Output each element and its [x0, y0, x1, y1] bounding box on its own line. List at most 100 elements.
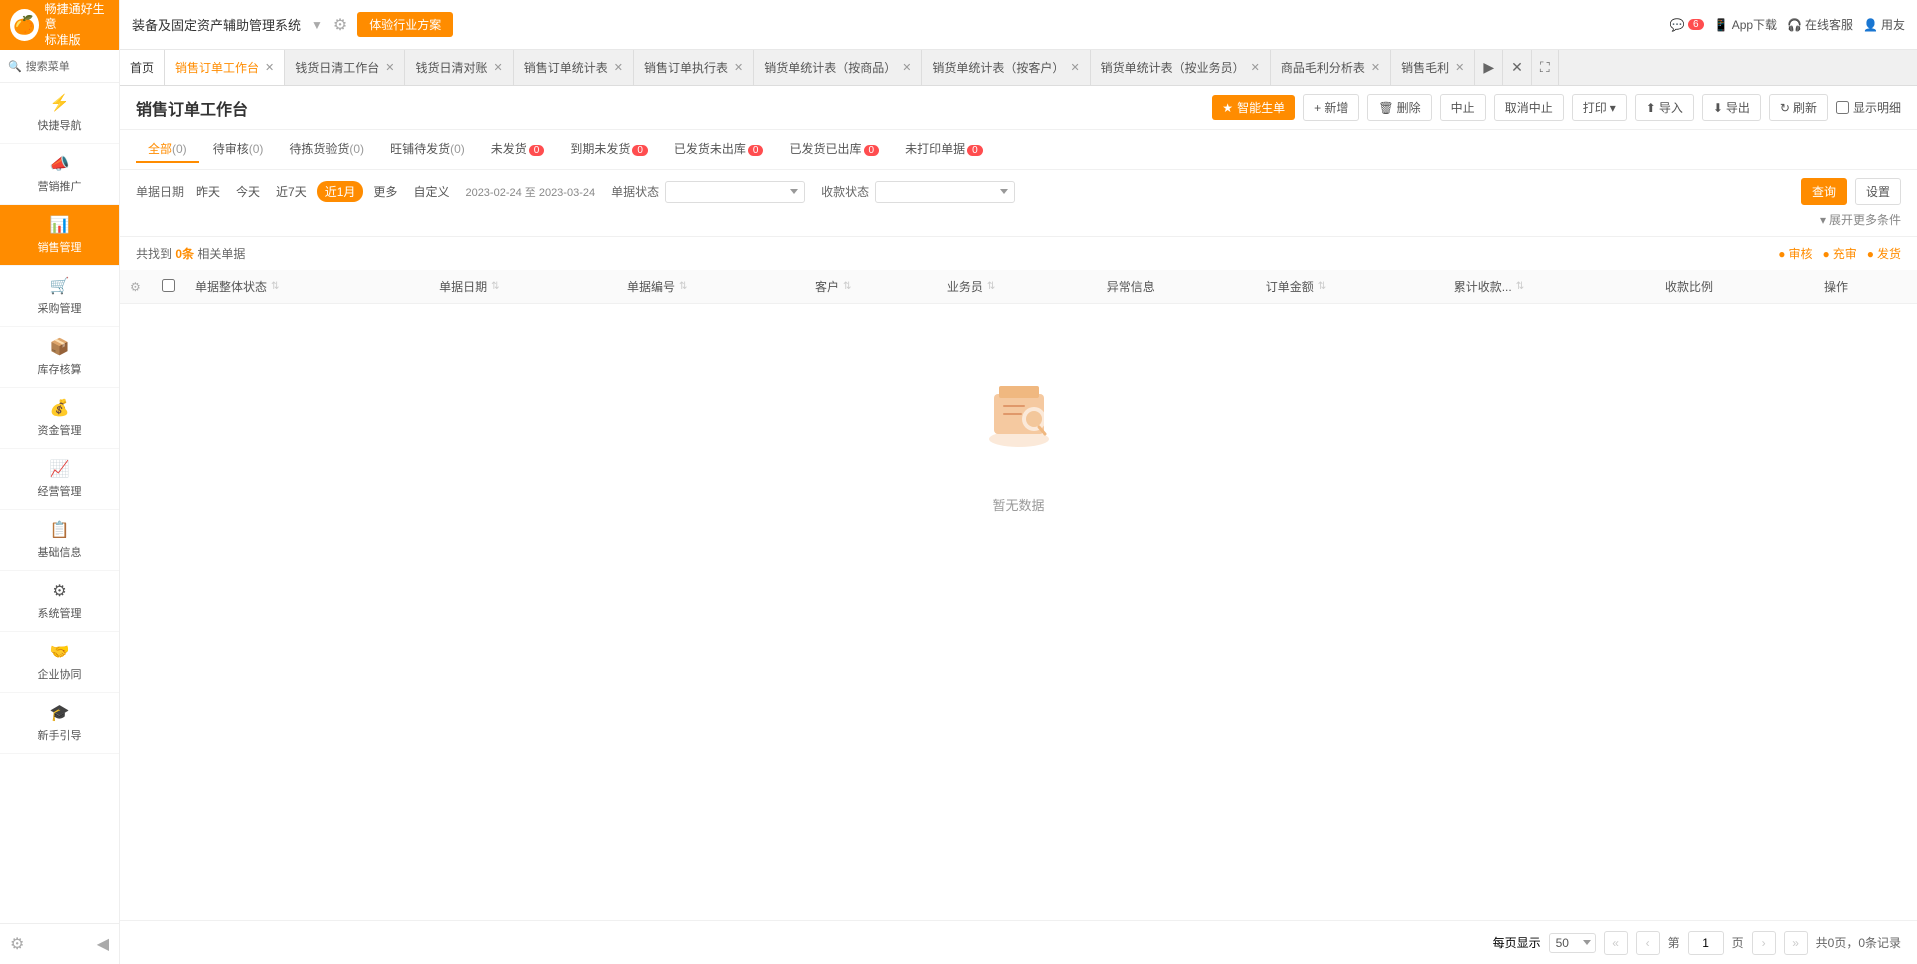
- date-opt-7days[interactable]: 近7天: [270, 181, 313, 202]
- sort-amount-icon[interactable]: ⇅: [1318, 281, 1326, 292]
- payment-select[interactable]: [875, 181, 1015, 203]
- first-page-btn[interactable]: «: [1604, 931, 1628, 955]
- filter-tab-pending-check[interactable]: 待拣货验货(0): [277, 136, 376, 163]
- stop-btn[interactable]: 中止: [1440, 94, 1486, 121]
- smart-create-btn[interactable]: ★ 智能生单: [1212, 95, 1295, 120]
- date-opt-custom[interactable]: 自定义: [407, 181, 455, 202]
- status-select[interactable]: [665, 181, 805, 203]
- date-opt-today[interactable]: 今天: [230, 181, 266, 202]
- tab-close-profit-analysis[interactable]: ✕: [1371, 61, 1380, 74]
- sidebar-collapse-icon[interactable]: ◀: [97, 934, 109, 954]
- date-opt-more[interactable]: 更多: [367, 181, 403, 202]
- tab-close-sales-workbench[interactable]: ✕: [265, 61, 274, 74]
- app-download-btn[interactable]: 📱 App下载: [1714, 16, 1777, 33]
- tab-sales-workbench[interactable]: 销售订单工作台 ✕: [165, 50, 285, 85]
- sort-staff-icon[interactable]: ⇅: [987, 281, 995, 292]
- new-btn[interactable]: + 新增: [1303, 94, 1359, 121]
- tab-sales-summary-product[interactable]: 销货单统计表（按商品） ✕: [754, 50, 922, 85]
- sidebar-item-quick-nav[interactable]: ⚡ 快捷导航: [0, 83, 119, 144]
- page-label-after: 页: [1732, 934, 1744, 951]
- prev-page-btn[interactable]: ‹: [1636, 931, 1660, 955]
- tab-profit-analysis[interactable]: 商品毛利分析表 ✕: [1271, 50, 1391, 85]
- date-opt-1month[interactable]: 近1月: [317, 181, 364, 202]
- online-service-btn[interactable]: 🎧 在线客服: [1787, 16, 1853, 33]
- tab-close-cash-reconcile[interactable]: ✕: [494, 61, 503, 74]
- export-btn[interactable]: ⬇ 导出: [1702, 94, 1761, 121]
- industry-solution-btn[interactable]: 体验行业方案: [357, 12, 453, 37]
- next-page-btn[interactable]: ›: [1752, 931, 1776, 955]
- filter-tab-overdue[interactable]: 到期未发货0: [558, 136, 660, 163]
- tab-close-sales-summary-staff[interactable]: ✕: [1251, 61, 1260, 74]
- date-range-display: 2023-02-24 至 2023-03-24: [465, 184, 595, 200]
- sort-collected-icon[interactable]: ⇅: [1516, 281, 1524, 292]
- sidebar-item-sales[interactable]: 📊 销售管理: [0, 205, 119, 266]
- tab-close-sales-stats[interactable]: ✕: [614, 61, 623, 74]
- print-btn[interactable]: 打印 ▾: [1572, 94, 1627, 121]
- page-size-select[interactable]: 50 10 20 100: [1549, 933, 1596, 953]
- batch-review-btn[interactable]: ● 审核: [1778, 245, 1812, 262]
- tab-close-sales-summary-product[interactable]: ✕: [902, 61, 911, 74]
- page-number-input[interactable]: [1688, 931, 1724, 955]
- filter-tab-all[interactable]: 全部(0): [136, 136, 199, 163]
- tab-sales-summary-staff[interactable]: 销货单统计表（按业务员） ✕: [1091, 50, 1271, 85]
- sidebar-item-system[interactable]: ⚙ 系统管理: [0, 571, 119, 632]
- filter-tab-unshipped[interactable]: 未发货0: [479, 136, 557, 163]
- tab-nav-close-all[interactable]: ✕: [1503, 50, 1532, 85]
- system-name: 装备及固定资产辅助管理系统: [132, 15, 301, 34]
- refresh-btn[interactable]: ↻ 刷新: [1769, 94, 1828, 121]
- sidebar-item-operations[interactable]: 📈 经营管理: [0, 449, 119, 510]
- tab-close-sales-summary-customer[interactable]: ✕: [1070, 61, 1079, 74]
- sidebar-item-purchase[interactable]: 🛒 采购管理: [0, 266, 119, 327]
- topbar-dropdown-icon[interactable]: ▼: [311, 18, 323, 32]
- delete-btn[interactable]: 🗑 删除: [1367, 94, 1431, 121]
- sidebar-item-inventory[interactable]: 📦 库存核算: [0, 327, 119, 388]
- th-checkbox[interactable]: [152, 270, 185, 304]
- batch-ship-btn[interactable]: ● 发货: [1867, 245, 1901, 262]
- filter-tab-shipped-warehoused[interactable]: 已发货已出库0: [777, 136, 891, 163]
- tab-close-sales-exec[interactable]: ✕: [734, 61, 743, 74]
- batch-unreview-btn[interactable]: ● 充审: [1822, 245, 1856, 262]
- date-opt-yesterday[interactable]: 昨天: [190, 181, 226, 202]
- tab-nav-maximize[interactable]: ⛶: [1532, 50, 1559, 85]
- tab-home[interactable]: 首页: [120, 50, 165, 85]
- search-menu[interactable]: 🔍 搜索菜单: [0, 50, 119, 83]
- select-all-checkbox[interactable]: [162, 279, 175, 292]
- th-settings[interactable]: ⚙: [120, 270, 152, 304]
- user-menu-btn[interactable]: 👤 用友: [1863, 16, 1905, 33]
- sidebar-item-basic-info[interactable]: 📋 基础信息: [0, 510, 119, 571]
- logo-icon: 🍊: [10, 9, 39, 41]
- topbar-settings-icon[interactable]: ⚙: [333, 15, 347, 35]
- sidebar-item-guide[interactable]: 🎓 新手引导: [0, 693, 119, 754]
- cancel-stop-btn[interactable]: 取消中止: [1494, 94, 1564, 121]
- expand-conditions-btn[interactable]: ▾ 展开更多条件: [1820, 211, 1901, 228]
- tab-nav-more[interactable]: ▶: [1475, 50, 1503, 85]
- settings-btn[interactable]: 设置: [1855, 178, 1901, 205]
- show-detail-checkbox-label[interactable]: 显示明细: [1836, 99, 1901, 116]
- sidebar-item-marketing[interactable]: 📣 营销推广: [0, 144, 119, 205]
- filter-tab-pending-review[interactable]: 待审核(0): [201, 136, 276, 163]
- tab-sales-summary-customer[interactable]: 销货单统计表（按客户） ✕: [922, 50, 1090, 85]
- sort-status-icon[interactable]: ⇅: [271, 281, 279, 292]
- sort-date-icon[interactable]: ⇅: [491, 281, 499, 292]
- tab-cash-daily[interactable]: 钱货日清工作台 ✕: [285, 50, 405, 85]
- tab-close-sales-profit[interactable]: ✕: [1455, 61, 1464, 74]
- filter-tab-wangpu[interactable]: 旺铺待发货(0): [378, 136, 477, 163]
- tab-close-cash-daily[interactable]: ✕: [385, 61, 394, 74]
- sort-customer-icon[interactable]: ⇅: [843, 281, 851, 292]
- filter-tab-unprinted[interactable]: 未打印单据0: [893, 136, 995, 163]
- sort-number-icon[interactable]: ⇅: [679, 281, 687, 292]
- column-settings-icon[interactable]: ⚙: [130, 280, 141, 294]
- filter-tab-shipped-not-warehoused[interactable]: 已发货未出库0: [662, 136, 776, 163]
- sidebar-settings-icon[interactable]: ⚙: [10, 934, 24, 954]
- tab-sales-exec[interactable]: 销售订单执行表 ✕: [634, 50, 754, 85]
- tab-sales-profit[interactable]: 销售毛利 ✕: [1391, 50, 1475, 85]
- show-detail-checkbox[interactable]: [1836, 101, 1849, 114]
- sidebar-item-finance[interactable]: 💰 资金管理: [0, 388, 119, 449]
- message-btn[interactable]: 💬 6: [1670, 18, 1704, 32]
- query-btn[interactable]: 查询: [1801, 178, 1847, 205]
- import-btn[interactable]: ⬆ 导入: [1635, 94, 1694, 121]
- tab-cash-reconcile[interactable]: 钱货日清对账 ✕: [405, 50, 513, 85]
- last-page-btn[interactable]: »: [1784, 931, 1808, 955]
- tab-sales-stats[interactable]: 销售订单统计表 ✕: [514, 50, 634, 85]
- sidebar-item-enterprise[interactable]: 🤝 企业协同: [0, 632, 119, 693]
